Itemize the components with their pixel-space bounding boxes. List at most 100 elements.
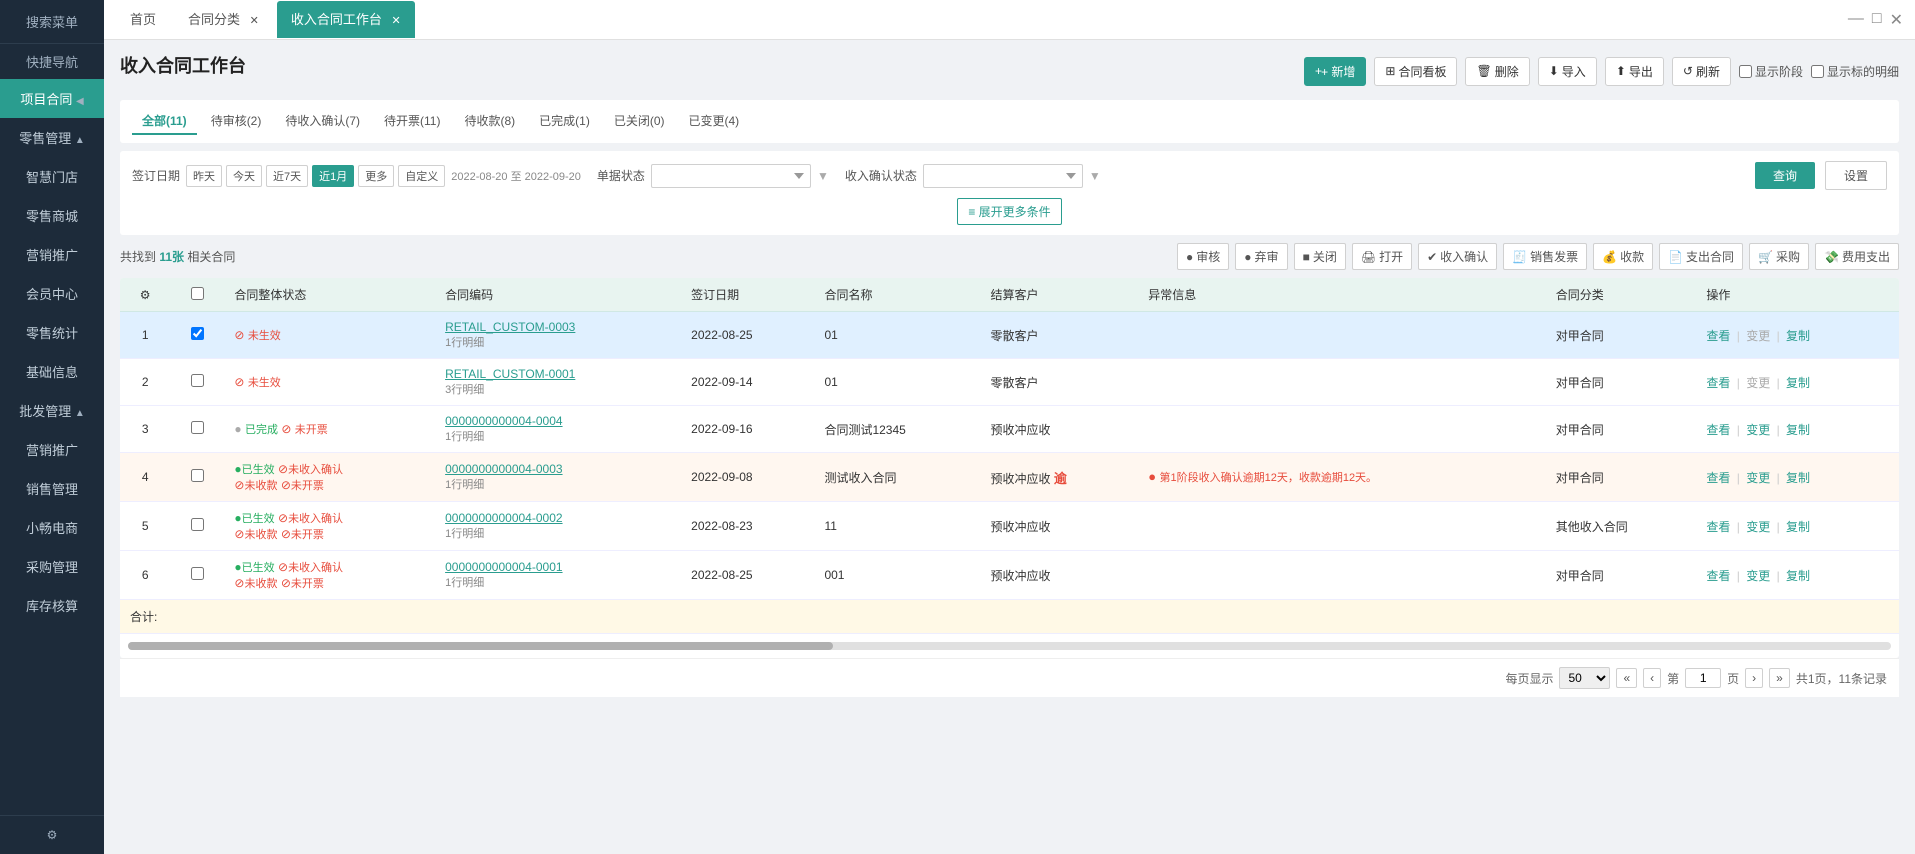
copy-link[interactable]: 复制 [1786, 423, 1810, 437]
last-page-button[interactable]: » [1769, 668, 1790, 688]
show-stages-checkbox-label[interactable]: 显示阶段 [1739, 63, 1803, 80]
expense-button[interactable]: 💸 费用支出 [1815, 243, 1899, 270]
date-more[interactable]: 更多 [358, 165, 394, 187]
contract-code-link[interactable]: RETAIL_CUSTOM-0003 [445, 320, 575, 334]
contract-code-link[interactable]: RETAIL_CUSTOM-0001 [445, 367, 575, 381]
contract-code-link[interactable]: 0000000000004-0001 [445, 560, 562, 574]
first-page-button[interactable]: « [1616, 668, 1637, 688]
filter-tab-closed[interactable]: 已关闭(0) [604, 108, 675, 135]
sidebar-item-basic-info[interactable]: 基础信息 [0, 352, 104, 391]
view-link[interactable]: 查看 [1706, 376, 1730, 390]
delete-button[interactable]: 🗑 删除 [1465, 57, 1529, 86]
prev-page-button[interactable]: ‹ [1643, 668, 1661, 688]
tab-contract-category[interactable]: 合同分类 ✕ [174, 1, 273, 38]
minimize-button[interactable]: — [1848, 10, 1864, 30]
sidebar-settings[interactable]: ⚙ [0, 815, 104, 854]
contract-code-link[interactable]: 0000000000004-0002 [445, 511, 562, 525]
horizontal-scrollbar[interactable] [128, 642, 1891, 650]
scrollbar-thumb[interactable] [128, 642, 833, 650]
copy-link[interactable]: 复制 [1786, 569, 1810, 583]
expand-conditions-button[interactable]: ≡ 展开更多条件 [957, 198, 1061, 225]
copy-link[interactable]: 复制 [1786, 520, 1810, 534]
row-checkbox[interactable] [170, 406, 224, 453]
view-link[interactable]: 查看 [1706, 569, 1730, 583]
show-marks-checkbox-label[interactable]: 显示标的明细 [1811, 63, 1899, 80]
date-today[interactable]: 今天 [226, 165, 262, 187]
income-confirm-button[interactable]: ✔ 收入确认 [1418, 243, 1497, 270]
sidebar-item-online-store[interactable]: 零售商城 [0, 196, 104, 235]
set-button[interactable]: 设置 [1825, 161, 1887, 190]
sidebar-item-inventory[interactable]: 库存核算 [0, 586, 104, 625]
date-week[interactable]: 近7天 [266, 165, 308, 187]
sidebar-item-wholesale[interactable]: 批发管理 ▲ [0, 391, 104, 430]
filter-tab-pending-invoice[interactable]: 待开票(11) [374, 108, 450, 135]
tab-home[interactable]: 首页 [116, 1, 170, 38]
view-link[interactable]: 查看 [1706, 329, 1730, 343]
print-button[interactable]: 🖨 打开 [1352, 243, 1412, 270]
sales-invoice-button[interactable]: 🧾 销售发票 [1503, 243, 1587, 270]
abandon-button[interactable]: ● 弃审 [1235, 243, 1287, 270]
sidebar-item-marketing[interactable]: 营销推广 [0, 235, 104, 274]
view-link[interactable]: 查看 [1706, 471, 1730, 485]
row-checkbox[interactable] [170, 502, 224, 551]
filter-tab-completed[interactable]: 已完成(1) [529, 108, 600, 135]
row-checkbox[interactable] [170, 551, 224, 600]
doc-status-select[interactable] [651, 164, 811, 188]
review-button[interactable]: ● 审核 [1177, 243, 1229, 270]
sidebar-item-marketing2[interactable]: 营销推广 [0, 430, 104, 469]
date-yesterday[interactable]: 昨天 [186, 165, 222, 187]
maximize-button[interactable]: □ [1872, 10, 1882, 30]
close-contract-button[interactable]: ■ 关闭 [1294, 243, 1346, 270]
sidebar-item-purchase[interactable]: 采购管理 [0, 547, 104, 586]
page-input[interactable] [1685, 668, 1721, 688]
show-marks-checkbox[interactable] [1811, 65, 1824, 78]
refresh-button[interactable]: ↺ 刷新 [1672, 57, 1731, 86]
sidebar-item-smart-store[interactable]: 智慧门店 [0, 157, 104, 196]
kanban-button[interactable]: ⊞ 合同看板 [1374, 57, 1457, 86]
filter-tab-pending-confirm[interactable]: 待收入确认(7) [275, 108, 370, 135]
sidebar-item-sales[interactable]: 销售管理 [0, 469, 104, 508]
tab-income-workbench[interactable]: 收入合同工作台 ✕ [277, 1, 415, 38]
out-contract-button[interactable]: 📄 支出合同 [1659, 243, 1743, 270]
change-link[interactable]: 变更 [1746, 471, 1770, 485]
next-page-button[interactable]: › [1745, 668, 1763, 688]
page-size-select[interactable]: 50 10 20 100 [1559, 667, 1610, 689]
contract-code-link[interactable]: 0000000000004-0004 [445, 414, 562, 428]
income-confirm-select[interactable] [923, 164, 1083, 188]
new-button[interactable]: + + 新增 [1304, 57, 1366, 86]
purchase-button[interactable]: 🛒 采购 [1749, 243, 1809, 270]
change-link[interactable]: 变更 [1746, 423, 1770, 437]
tab-close-income-workbench[interactable]: ✕ [392, 15, 401, 27]
import-button[interactable]: ⬇ 导入 [1538, 57, 1597, 86]
view-link[interactable]: 查看 [1706, 520, 1730, 534]
contract-code-link[interactable]: 0000000000004-0003 [445, 462, 562, 476]
tab-close-contract-category[interactable]: ✕ [250, 15, 259, 27]
payment-button[interactable]: 💰 收款 [1593, 243, 1653, 270]
close-button[interactable]: ✕ [1890, 10, 1903, 30]
view-link[interactable]: 查看 [1706, 423, 1730, 437]
filter-tab-pending-review[interactable]: 待审核(2) [201, 108, 272, 135]
row-checkbox[interactable] [170, 359, 224, 406]
date-month[interactable]: 近1月 [312, 165, 354, 187]
select-all-checkbox[interactable] [191, 287, 204, 300]
sidebar-search[interactable]: 搜索菜单 [0, 0, 104, 44]
sidebar-quick-nav[interactable]: 快捷导航 [0, 44, 104, 79]
filter-tab-pending-payment[interactable]: 待收款(8) [454, 108, 525, 135]
row-checkbox[interactable] [170, 312, 224, 359]
change-link[interactable]: 变更 [1746, 569, 1770, 583]
sidebar-item-retail-stats[interactable]: 零售统计 [0, 313, 104, 352]
copy-link[interactable]: 复制 [1786, 329, 1810, 343]
filter-tab-all[interactable]: 全部(11) [132, 108, 197, 135]
date-custom[interactable]: 自定义 [398, 165, 445, 187]
query-button[interactable]: 查询 [1755, 162, 1815, 189]
sidebar-item-retail[interactable]: 零售管理 ▲ [0, 118, 104, 157]
col-settings[interactable]: ⚙ [120, 278, 170, 312]
show-stages-checkbox[interactable] [1739, 65, 1752, 78]
sidebar-item-member[interactable]: 会员中心 [0, 274, 104, 313]
copy-link[interactable]: 复制 [1786, 471, 1810, 485]
filter-tab-changed[interactable]: 已变更(4) [679, 108, 750, 135]
sidebar-item-project[interactable]: 项目合同 ◀ [0, 79, 104, 118]
change-link[interactable]: 变更 [1746, 376, 1770, 390]
change-link[interactable]: 变更 [1746, 329, 1770, 343]
export-button[interactable]: ⬆ 导出 [1605, 57, 1664, 86]
